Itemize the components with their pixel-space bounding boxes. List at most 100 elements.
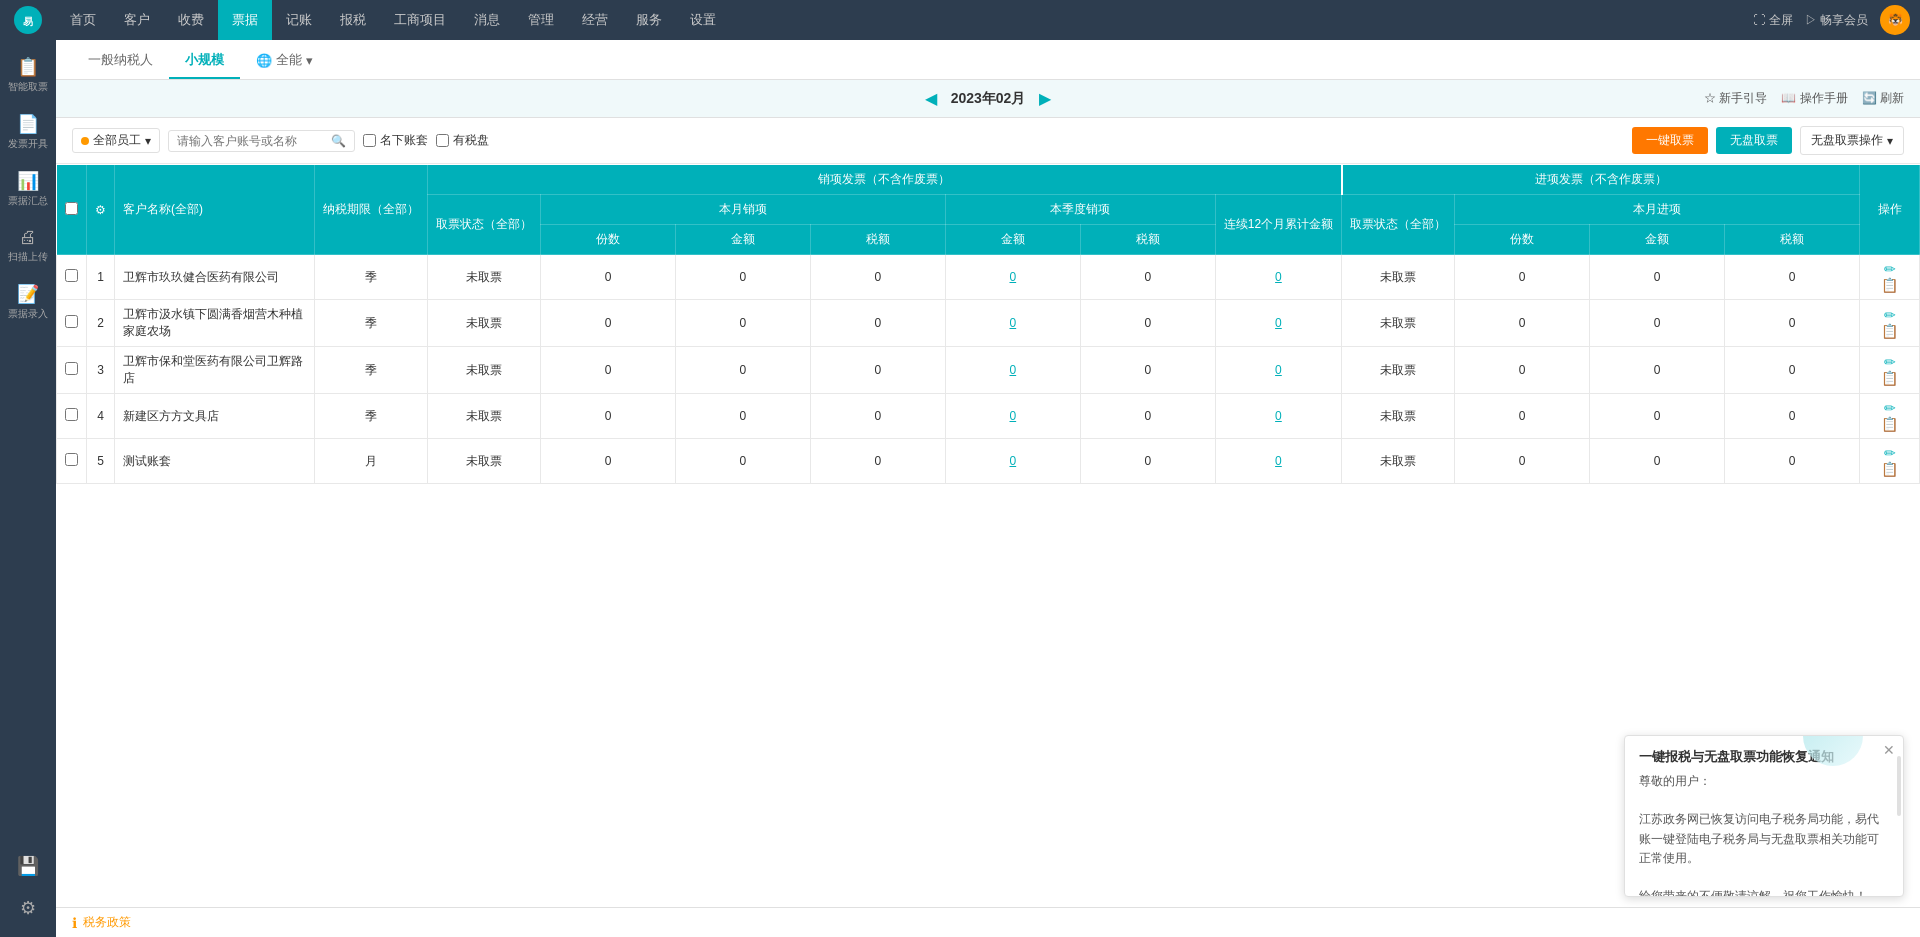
nav-message[interactable]: 消息 bbox=[460, 0, 514, 40]
nav-collection[interactable]: 收费 bbox=[164, 0, 218, 40]
row-purchase-month-amt: 0 bbox=[1590, 439, 1725, 484]
diskless-fetch-btn[interactable]: 无盘取票 bbox=[1716, 127, 1792, 154]
sales-qtr-amt-link[interactable]: 0 bbox=[1009, 454, 1016, 468]
nav-home[interactable]: 首页 bbox=[56, 0, 110, 40]
fullscreen-btn[interactable]: ⛶ 全屏 bbox=[1753, 12, 1792, 29]
row-sales-month-cnt: 0 bbox=[541, 394, 676, 439]
filter-dot bbox=[81, 137, 89, 145]
row-sales-qtr-tax: 0 bbox=[1080, 394, 1215, 439]
employee-filter[interactable]: 全部员工 ▾ bbox=[72, 128, 160, 153]
sales-cum-link[interactable]: 0 bbox=[1275, 454, 1282, 468]
period-prev-btn[interactable]: ◀ bbox=[919, 87, 943, 110]
row-detail-icon[interactable]: 📋 bbox=[1881, 370, 1898, 386]
filter-my-accounts[interactable]: 名下账套 bbox=[363, 132, 428, 149]
row-edit-icon[interactable]: ✏ bbox=[1884, 261, 1896, 277]
select-all-checkbox[interactable] bbox=[65, 202, 78, 215]
row-checkbox-cell bbox=[57, 439, 87, 484]
refresh-link[interactable]: 🔄 刷新 bbox=[1862, 90, 1904, 107]
search-icon[interactable]: 🔍 bbox=[331, 134, 346, 148]
row-sales-qtr-amt: 0 bbox=[945, 300, 1080, 347]
tab-general[interactable]: 一般纳税人 bbox=[72, 43, 169, 79]
row-customer-name[interactable]: 卫辉市保和堂医药有限公司卫辉路店 bbox=[115, 347, 315, 394]
row-detail-icon[interactable]: 📋 bbox=[1881, 323, 1898, 339]
sidebar-item-smart-fetch[interactable]: 📋 智能取票 bbox=[2, 48, 54, 101]
nav-business[interactable]: 工商项目 bbox=[380, 0, 460, 40]
th-sq-amt: 金额 bbox=[945, 225, 1080, 255]
app-logo: 易 bbox=[10, 2, 46, 38]
row-sales-qtr-amt: 0 bbox=[945, 255, 1080, 300]
row-checkbox[interactable] bbox=[65, 453, 78, 466]
row-detail-icon[interactable]: 📋 bbox=[1881, 416, 1898, 432]
period-next-btn[interactable]: ▶ bbox=[1033, 87, 1057, 110]
row-customer-name[interactable]: 新建区方方文具店 bbox=[115, 394, 315, 439]
notif-close-btn[interactable]: ✕ bbox=[1883, 742, 1895, 758]
row-index: 5 bbox=[87, 439, 115, 484]
row-edit-icon[interactable]: ✏ bbox=[1884, 307, 1896, 323]
sales-qtr-amt-link[interactable]: 0 bbox=[1009, 363, 1016, 377]
tab-bar: 一般纳税人 小规模 🌐 全能 ▾ bbox=[56, 40, 1920, 80]
nav-manage[interactable]: 管理 bbox=[514, 0, 568, 40]
th-sales-status: 取票状态（全部） bbox=[428, 195, 541, 255]
nav-accounting[interactable]: 记账 bbox=[272, 0, 326, 40]
vip-btn[interactable]: ▷ 畅享会员 bbox=[1805, 12, 1868, 29]
sidebar-item-invoice-entry[interactable]: 📝 票据录入 bbox=[2, 275, 54, 328]
row-checkbox[interactable] bbox=[65, 408, 78, 421]
sidebar-item-scan-upload[interactable]: 🖨 扫描上传 bbox=[2, 219, 54, 271]
tax-policy-link[interactable]: 税务政策 bbox=[83, 914, 131, 931]
diskless-fetch-ops-btn[interactable]: 无盘取票操作 ▾ bbox=[1800, 126, 1904, 155]
th-settings: ⚙ bbox=[87, 165, 115, 255]
tab-all[interactable]: 🌐 全能 ▾ bbox=[240, 43, 329, 79]
table-row: 5 测试账套 月 未取票 0 0 0 0 0 0 未取票 0 0 0 ✏ 📋 bbox=[57, 439, 1920, 484]
sales-cum-link[interactable]: 0 bbox=[1275, 270, 1282, 284]
filter-has-taxpad[interactable]: 有税盘 bbox=[436, 132, 489, 149]
row-sales-month-tax: 0 bbox=[810, 439, 945, 484]
sidebar-item-issue-invoice[interactable]: 📄 发票开具 bbox=[2, 105, 54, 158]
my-accounts-checkbox[interactable] bbox=[363, 134, 376, 147]
row-actions: ✏ 📋 bbox=[1860, 347, 1920, 394]
new-guide-link[interactable]: ☆ 新手引导 bbox=[1704, 90, 1767, 107]
notif-scrollbar[interactable] bbox=[1897, 756, 1901, 816]
th-customer-name: 客户名称(全部) bbox=[115, 165, 315, 255]
sales-qtr-amt-link[interactable]: 0 bbox=[1009, 316, 1016, 330]
search-input[interactable] bbox=[177, 134, 327, 148]
sales-cum-link[interactable]: 0 bbox=[1275, 409, 1282, 423]
period-actions: ☆ 新手引导 📖 操作手册 🔄 刷新 bbox=[1704, 90, 1904, 107]
sidebar-bottom-item1[interactable]: 💾 bbox=[2, 847, 54, 885]
sales-qtr-amt-link[interactable]: 0 bbox=[1009, 409, 1016, 423]
nav-invoice[interactable]: 票据 bbox=[218, 0, 272, 40]
row-detail-icon[interactable]: 📋 bbox=[1881, 277, 1898, 293]
operation-manual-link[interactable]: 📖 操作手册 bbox=[1781, 90, 1847, 107]
row-sales-status: 未取票 bbox=[428, 300, 541, 347]
tab-small[interactable]: 小规模 bbox=[169, 43, 240, 79]
row-sales-month-tax: 0 bbox=[810, 255, 945, 300]
row-checkbox[interactable] bbox=[65, 362, 78, 375]
one-click-fetch-btn[interactable]: 一键取票 bbox=[1632, 127, 1708, 154]
nav-settings[interactable]: 设置 bbox=[676, 0, 730, 40]
sales-cum-link[interactable]: 0 bbox=[1275, 363, 1282, 377]
nav-service[interactable]: 服务 bbox=[622, 0, 676, 40]
sidebar-bottom-item2[interactable]: ⚙ bbox=[2, 889, 54, 927]
row-edit-icon[interactable]: ✏ bbox=[1884, 445, 1896, 461]
scan-upload-icon: 🖨 bbox=[19, 227, 37, 248]
nav-customer[interactable]: 客户 bbox=[110, 0, 164, 40]
row-actions: ✏ 📋 bbox=[1860, 255, 1920, 300]
period-nav: ◀ 2023年02月 ▶ bbox=[919, 87, 1058, 110]
row-customer-name[interactable]: 测试账套 bbox=[115, 439, 315, 484]
row-index: 1 bbox=[87, 255, 115, 300]
row-checkbox[interactable] bbox=[65, 315, 78, 328]
has-taxpad-checkbox[interactable] bbox=[436, 134, 449, 147]
sales-cum-link[interactable]: 0 bbox=[1275, 316, 1282, 330]
nav-tax[interactable]: 报税 bbox=[326, 0, 380, 40]
sidebar-item-invoice-summary[interactable]: 📊 票据汇总 bbox=[2, 162, 54, 215]
row-customer-name[interactable]: 卫辉市玖玖健合医药有限公司 bbox=[115, 255, 315, 300]
row-edit-icon[interactable]: ✏ bbox=[1884, 400, 1896, 416]
row-actions: ✏ 📋 bbox=[1860, 439, 1920, 484]
row-actions: ✏ 📋 bbox=[1860, 394, 1920, 439]
sales-qtr-amt-link[interactable]: 0 bbox=[1009, 270, 1016, 284]
user-avatar[interactable]: 🐯 bbox=[1880, 5, 1910, 35]
row-customer-name[interactable]: 卫辉市汲水镇下圆满香烟营木种植家庭农场 bbox=[115, 300, 315, 347]
nav-operation[interactable]: 经营 bbox=[568, 0, 622, 40]
row-edit-icon[interactable]: ✏ bbox=[1884, 354, 1896, 370]
row-checkbox[interactable] bbox=[65, 269, 78, 282]
row-detail-icon[interactable]: 📋 bbox=[1881, 461, 1898, 477]
